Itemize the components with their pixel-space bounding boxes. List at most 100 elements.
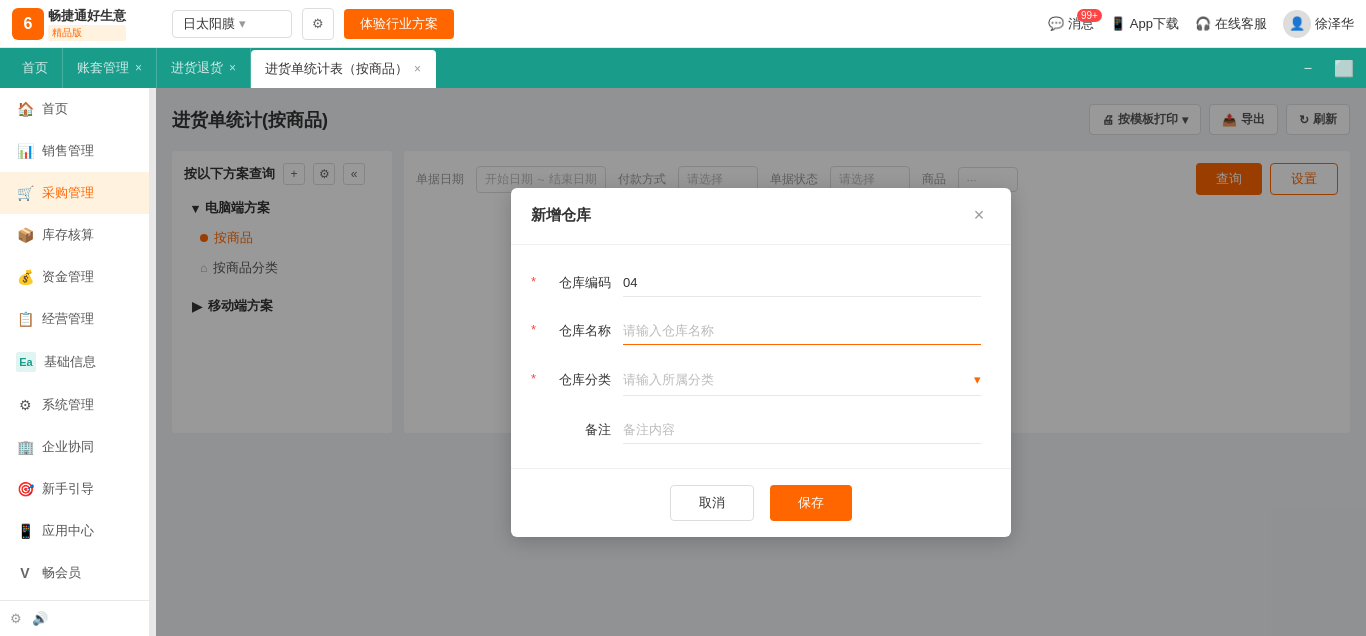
store-selector[interactable]: 日太阳膜 ▾: [172, 10, 292, 38]
sidebar-operations-label: 经营管理: [42, 310, 94, 328]
trial-button[interactable]: 体验行业方案: [344, 9, 454, 39]
tab-purchase-stats-label: 进货单统计表（按商品）: [265, 60, 408, 78]
username-label: 徐泽华: [1315, 15, 1354, 33]
main-layout: 🏠 首页 📊 销售管理 🛒 采购管理 📦 库存核算 💰 资金管理 📋 经营管理 …: [0, 88, 1366, 636]
tab-account-close[interactable]: ×: [135, 61, 142, 75]
sidebar-item-sales[interactable]: 📊 销售管理: [0, 130, 149, 172]
sidebar-item-app-center[interactable]: 📱 应用中心: [0, 510, 149, 552]
message-button[interactable]: 💬 消息 99+: [1048, 15, 1094, 33]
sidebar-system-label: 系统管理: [42, 396, 94, 414]
enterprise-icon: 🏢: [16, 438, 34, 456]
avatar: 👤: [1283, 10, 1311, 38]
sidebar-item-finance[interactable]: 💰 资金管理: [0, 256, 149, 298]
form-row-code: 仓库编码: [541, 269, 981, 297]
online-service-button[interactable]: 🎧 在线客服: [1195, 15, 1267, 33]
home-icon: 🏠: [16, 100, 34, 118]
sales-icon: 📊: [16, 142, 34, 160]
sidebar-member-label: 畅会员: [42, 564, 81, 582]
store-name: 日太阳膜: [183, 15, 235, 33]
logo-sub: 精品版: [48, 25, 126, 41]
top-header: 6 畅捷通好生意 精品版 日太阳膜 ▾ ⚙ 体验行业方案 💬 消息 99+ 📱 …: [0, 0, 1366, 48]
logo-area: 6 畅捷通好生意 精品版: [12, 7, 162, 41]
tab-home[interactable]: 首页: [8, 48, 63, 88]
sidebar-item-enterprise[interactable]: 🏢 企业协同: [0, 426, 149, 468]
modal-overlay: 新增仓库 × 仓库编码 仓库名称 仓库分类: [156, 88, 1366, 636]
gear-button[interactable]: ⚙: [302, 8, 334, 40]
tab-minimize-button[interactable]: －: [1294, 54, 1322, 82]
name-input[interactable]: [623, 317, 981, 345]
category-label: 仓库分类: [541, 371, 611, 389]
chevron-down-icon: ▾: [239, 16, 246, 31]
header-right: 💬 消息 99+ 📱 App下载 🎧 在线客服 👤 徐泽华: [1048, 10, 1354, 38]
message-badge: 99+: [1077, 9, 1102, 22]
sidebar-item-guide[interactable]: 🎯 新手引导: [0, 468, 149, 510]
modal-header: 新增仓库 ×: [511, 188, 1011, 245]
sidebar-item-inventory[interactable]: 📦 库存核算: [0, 214, 149, 256]
guide-icon: 🎯: [16, 480, 34, 498]
tab-bar: 首页 账套管理 × 进货退货 × 进货单统计表（按商品） × － ⬜: [0, 48, 1366, 88]
category-arrow-icon: ▾: [974, 372, 981, 387]
settings-icon[interactable]: ⚙: [10, 611, 22, 626]
tab-purchase-return[interactable]: 进货退货 ×: [157, 48, 251, 88]
sidebar-home-label: 首页: [42, 100, 68, 118]
tab-purchase-return-label: 进货退货: [171, 59, 223, 77]
basic-info-icon: Ea: [16, 352, 36, 372]
sidebar-item-home[interactable]: 🏠 首页: [0, 88, 149, 130]
logo-text: 畅捷通好生意 精品版: [48, 7, 126, 41]
name-label: 仓库名称: [541, 322, 611, 340]
note-input[interactable]: [623, 416, 981, 444]
online-service-label: 在线客服: [1215, 15, 1267, 33]
form-row-name: 仓库名称: [541, 317, 981, 345]
tab-home-label: 首页: [22, 59, 48, 77]
tab-maximize-button[interactable]: ⬜: [1330, 54, 1358, 82]
sidebar-guide-label: 新手引导: [42, 480, 94, 498]
save-button[interactable]: 保存: [770, 485, 852, 521]
modal-body: 仓库编码 仓库名称 仓库分类 请输入所属分类 ▾: [511, 245, 1011, 468]
category-placeholder: 请输入所属分类: [623, 371, 714, 389]
gear-icon: ⚙: [312, 16, 324, 31]
sidebar-item-member[interactable]: V 畅会员: [0, 552, 149, 594]
operations-icon: 📋: [16, 310, 34, 328]
sidebar: 🏠 首页 📊 销售管理 🛒 采购管理 📦 库存核算 💰 资金管理 📋 经营管理 …: [0, 88, 150, 636]
modal-new-warehouse: 新增仓库 × 仓库编码 仓库名称 仓库分类: [511, 188, 1011, 537]
cancel-button[interactable]: 取消: [670, 485, 754, 521]
modal-footer: 取消 保存: [511, 468, 1011, 537]
logo-icon: 6: [12, 8, 44, 40]
app-download-label: App下载: [1130, 15, 1179, 33]
sidebar-basic-info-label: 基础信息: [44, 353, 96, 371]
sidebar-item-basic-info[interactable]: Ea 基础信息: [0, 340, 149, 384]
code-label: 仓库编码: [541, 274, 611, 292]
finance-icon: 💰: [16, 268, 34, 286]
tab-account[interactable]: 账套管理 ×: [63, 48, 157, 88]
sidebar-finance-label: 资金管理: [42, 268, 94, 286]
purchase-icon: 🛒: [16, 184, 34, 202]
modal-close-button[interactable]: ×: [967, 204, 991, 228]
form-row-category: 仓库分类 请输入所属分类 ▾: [541, 365, 981, 396]
note-label: 备注: [541, 421, 611, 439]
sidebar-enterprise-label: 企业协同: [42, 438, 94, 456]
sidebar-item-operations[interactable]: 📋 经营管理: [0, 298, 149, 340]
sidebar-bottom: ⚙ 🔊: [0, 600, 149, 636]
tab-actions: － ⬜: [1294, 54, 1358, 82]
sidebar-purchase-label: 采购管理: [42, 184, 94, 202]
system-icon: ⚙: [16, 396, 34, 414]
volume-icon[interactable]: 🔊: [32, 611, 48, 626]
category-select[interactable]: 请输入所属分类 ▾: [623, 365, 981, 396]
app-download-button[interactable]: 📱 App下载: [1110, 15, 1179, 33]
tab-account-label: 账套管理: [77, 59, 129, 77]
content-area: 进货单统计(按商品) 🖨 按模板打印 ▾ 📤 导出 ↻ 刷新: [156, 88, 1366, 636]
tab-purchase-stats[interactable]: 进货单统计表（按商品） ×: [251, 50, 436, 88]
user-menu[interactable]: 👤 徐泽华: [1283, 10, 1354, 38]
user-icon: 👤: [1289, 16, 1305, 31]
tab-purchase-return-close[interactable]: ×: [229, 61, 236, 75]
sidebar-item-system[interactable]: ⚙ 系统管理: [0, 384, 149, 426]
modal-title: 新增仓库: [531, 206, 591, 225]
sidebar-inventory-label: 库存核算: [42, 226, 94, 244]
member-icon: V: [16, 564, 34, 582]
logo-title: 畅捷通好生意: [48, 7, 126, 25]
sidebar-item-purchase[interactable]: 🛒 采购管理: [0, 172, 149, 214]
code-input[interactable]: [623, 269, 981, 297]
sidebar-sales-label: 销售管理: [42, 142, 94, 160]
tab-purchase-stats-close[interactable]: ×: [414, 62, 421, 76]
form-row-note: 备注: [541, 416, 981, 444]
